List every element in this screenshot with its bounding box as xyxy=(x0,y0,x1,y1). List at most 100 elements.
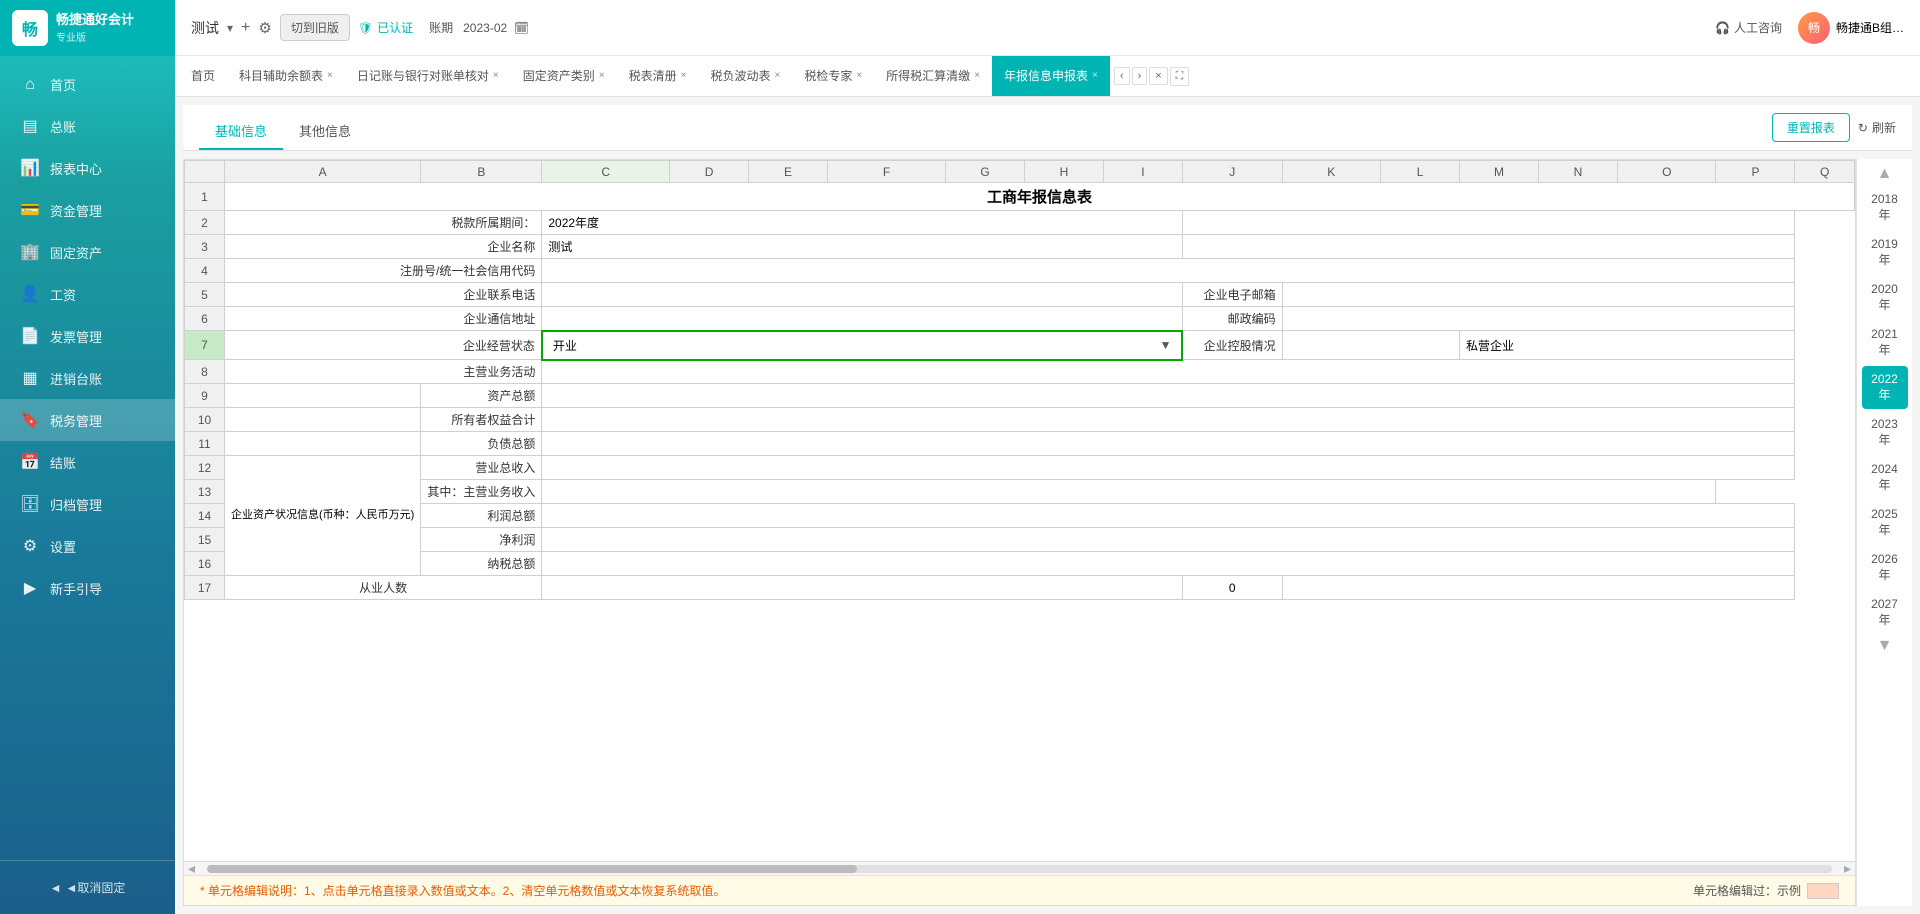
col-header-n[interactable]: N xyxy=(1539,161,1618,183)
tab-annual-report-close[interactable]: × xyxy=(1092,70,1098,81)
spreadsheet-scroll[interactable]: A B C D E F G H I J xyxy=(184,160,1855,861)
tab-tax-wave[interactable]: 税负波动表 × xyxy=(698,56,792,96)
topbar-dropdown-icon[interactable]: ▾ xyxy=(227,21,233,35)
col-header-e[interactable]: E xyxy=(749,161,828,183)
cell-13-val[interactable] xyxy=(542,480,1716,504)
sidebar-item-reports[interactable]: 📊 报表中心 xyxy=(0,147,175,189)
year-item-2021[interactable]: 2021年 xyxy=(1862,321,1908,364)
tab-aux[interactable]: 科目辅助余额表 × xyxy=(227,56,345,96)
col-header-d[interactable]: D xyxy=(670,161,749,183)
topbar-oldver-button[interactable]: 切到旧版 xyxy=(280,14,350,41)
col-header-j[interactable]: J xyxy=(1182,161,1282,183)
cell-11-val[interactable] xyxy=(542,432,1795,456)
cell-9-val[interactable] xyxy=(542,384,1795,408)
tab-assets-type[interactable]: 固定资产类别 × xyxy=(511,56,617,96)
tab-tax-report-close[interactable]: × xyxy=(974,70,980,81)
year-item-2024[interactable]: 2024年 xyxy=(1862,456,1908,499)
topbar-service-button[interactable]: 🎧 人工咨询 xyxy=(1715,19,1782,36)
tab-tax-form[interactable]: 税表清册 × xyxy=(617,56,699,96)
topbar-gear-icon[interactable]: ⚙ xyxy=(258,19,271,37)
hscroll-thumb[interactable] xyxy=(207,865,857,873)
tabs-close-all-button[interactable]: × xyxy=(1149,67,1167,85)
sidebar-item-closing[interactable]: 📅 结账 xyxy=(0,441,175,483)
sidebar-item-tax[interactable]: 🔖 税务管理 xyxy=(0,399,175,441)
cell-3-val[interactable]: 测试 xyxy=(542,235,1183,259)
sidebar-item-guide[interactable]: ▶ 新手引导 xyxy=(0,567,175,609)
tab-assets-type-close[interactable]: × xyxy=(599,70,605,81)
tabs-next-button[interactable]: › xyxy=(1132,67,1148,85)
col-header-l[interactable]: L xyxy=(1381,161,1460,183)
col-header-q[interactable]: Q xyxy=(1795,161,1855,183)
cell-4-val[interactable] xyxy=(542,259,1795,283)
col-header-f[interactable]: F xyxy=(828,161,946,183)
year-up-button[interactable]: ▲ xyxy=(1857,165,1912,183)
tab-tax-check-close[interactable]: × xyxy=(856,70,862,81)
col-header-a[interactable]: A xyxy=(225,161,421,183)
cell-7-val[interactable]: 开业 ▼ xyxy=(542,331,1183,360)
cell-7-dropdown[interactable]: 开业 ▼ xyxy=(549,335,1176,356)
cell-title[interactable]: 工商年报信息表 xyxy=(225,183,1855,211)
sidebar-item-archive[interactable]: 🗄 归档管理 xyxy=(0,483,175,525)
col-header-o[interactable]: O xyxy=(1618,161,1716,183)
year-item-2018[interactable]: 2018年 xyxy=(1862,186,1908,229)
col-header-m[interactable]: M xyxy=(1460,161,1539,183)
cell-7-o-val[interactable]: 私营企业 xyxy=(1460,331,1795,360)
tab-tax-wave-close[interactable]: × xyxy=(774,70,780,81)
col-header-c[interactable]: C xyxy=(542,161,670,183)
sidebar-item-home[interactable]: ⌂ 首页 xyxy=(0,64,175,105)
cell-5-val[interactable] xyxy=(542,283,1183,307)
year-item-2019[interactable]: 2019年 xyxy=(1862,231,1908,274)
cell-16-val[interactable] xyxy=(542,552,1795,576)
tab-bank-close[interactable]: × xyxy=(493,70,499,81)
year-item-2025[interactable]: 2025年 xyxy=(1862,501,1908,544)
sidebar-item-assets[interactable]: 🏢 固定资产 xyxy=(0,231,175,273)
tab-annual-report[interactable]: 年报信息申报表 × xyxy=(992,56,1110,96)
tab-bank[interactable]: 日记账与银行对账单核对 × xyxy=(345,56,511,96)
cell-10-val[interactable] xyxy=(542,408,1795,432)
col-header-p[interactable]: P xyxy=(1716,161,1795,183)
tabs-prev-button[interactable]: ‹ xyxy=(1114,67,1130,85)
tab-tax-form-close[interactable]: × xyxy=(681,70,687,81)
year-item-2020[interactable]: 2020年 xyxy=(1862,276,1908,319)
year-item-2023[interactable]: 2023年 xyxy=(1862,411,1908,454)
year-down-button[interactable]: ▼ xyxy=(1857,637,1912,655)
cell-14-val[interactable] xyxy=(542,504,1795,528)
sidebar-item-invoice[interactable]: 📄 发票管理 xyxy=(0,315,175,357)
col-header-h[interactable]: H xyxy=(1024,161,1103,183)
topbar-add-icon[interactable]: + xyxy=(241,19,250,37)
cell-7-k-val[interactable] xyxy=(1282,331,1459,360)
sub-tab-basic[interactable]: 基础信息 xyxy=(199,113,283,150)
cell-17-j-val[interactable]: 0 xyxy=(1182,576,1282,600)
tab-home[interactable]: 首页 xyxy=(179,56,227,96)
cell-12-val[interactable] xyxy=(542,456,1795,480)
cell-6-val[interactable] xyxy=(542,307,1183,331)
cell-17-val[interactable] xyxy=(542,576,1183,600)
tab-tax-report[interactable]: 所得税汇算清缴 × xyxy=(874,56,992,96)
tab-aux-close[interactable]: × xyxy=(327,70,333,81)
col-header-b[interactable]: B xyxy=(421,161,542,183)
sidebar-item-payroll[interactable]: 👤 工资 xyxy=(0,273,175,315)
tabs-expand-button[interactable]: ⛶ xyxy=(1170,67,1190,86)
year-item-2027[interactable]: 2027年 xyxy=(1862,591,1908,634)
col-header-g[interactable]: G xyxy=(946,161,1025,183)
refresh-button[interactable]: ↻ 刷新 xyxy=(1858,119,1896,136)
collapse-button[interactable]: ◄ ◄取消固定 xyxy=(0,871,175,904)
topbar-user[interactable]: 畅 畅捷通B组… xyxy=(1798,12,1904,44)
cell-15-val[interactable] xyxy=(542,528,1795,552)
tab-tax-check[interactable]: 税检专家 × xyxy=(792,56,874,96)
reset-button[interactable]: 重置报表 xyxy=(1772,113,1850,142)
year-item-2022[interactable]: 2022年 xyxy=(1862,366,1908,409)
sidebar-item-inventory[interactable]: ▦ 进销台账 xyxy=(0,357,175,399)
sidebar-item-funds[interactable]: 💳 资金管理 xyxy=(0,189,175,231)
col-header-k[interactable]: K xyxy=(1282,161,1380,183)
col-header-i[interactable]: I xyxy=(1103,161,1182,183)
dropdown-arrow-icon[interactable]: ▼ xyxy=(1160,338,1172,352)
cell-5-j-val[interactable] xyxy=(1282,283,1795,307)
sub-tab-other[interactable]: 其他信息 xyxy=(283,113,367,150)
sidebar-item-settings[interactable]: ⚙ 设置 xyxy=(0,525,175,567)
cell-8-val[interactable] xyxy=(542,360,1795,384)
cell-6-j-val[interactable] xyxy=(1282,307,1795,331)
year-item-2026[interactable]: 2026年 xyxy=(1862,546,1908,589)
cell-2-val[interactable]: 2022年度 xyxy=(542,211,1183,235)
sidebar-item-ledger[interactable]: ▤ 总账 xyxy=(0,105,175,147)
